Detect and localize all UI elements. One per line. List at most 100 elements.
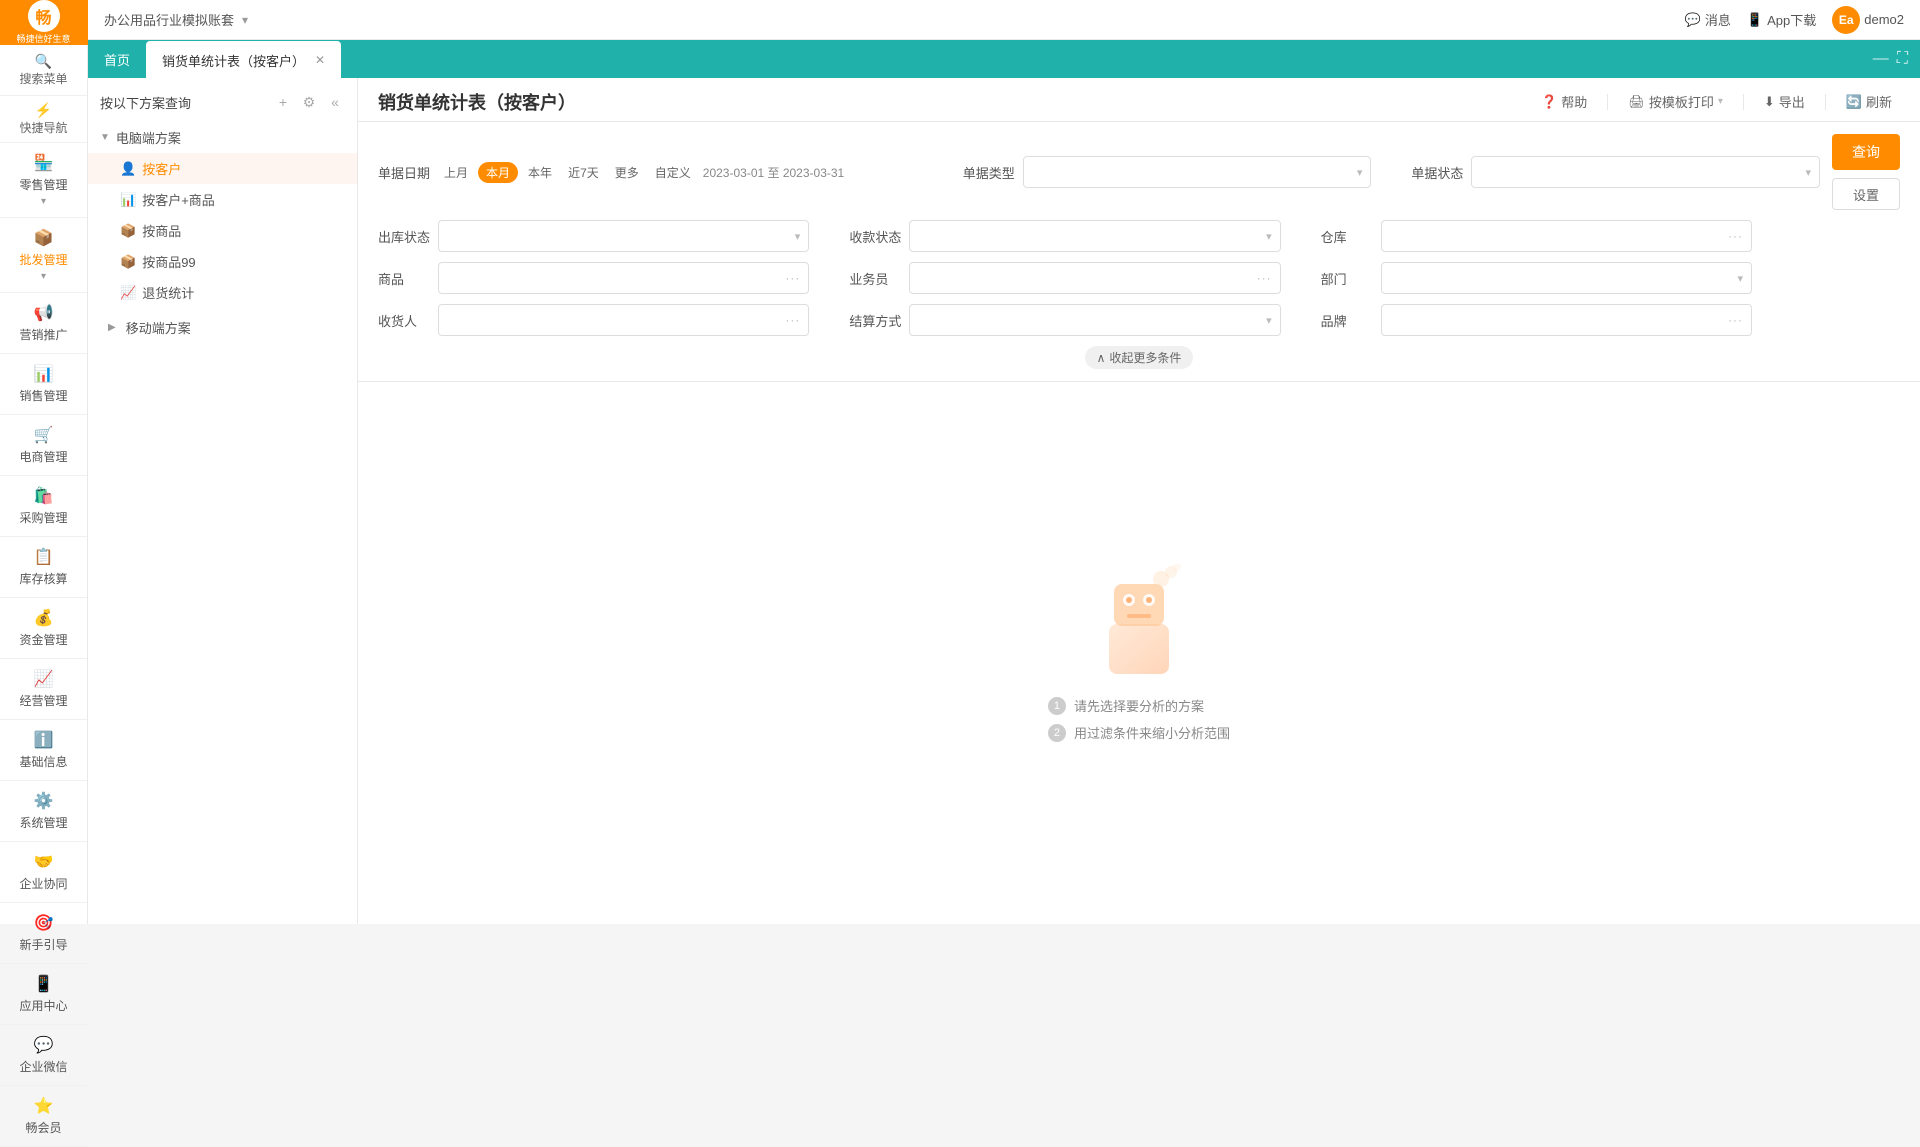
filter-warehouse: 仓库 ··· [1321,220,1752,252]
message-btn[interactable]: 💬 消息 [1685,10,1731,29]
sidebar-quick-nav[interactable]: ⚡ 快捷导航 [0,96,87,143]
sidebar-search[interactable]: 🔍 搜索菜单 [0,45,87,96]
receipt-status-select[interactable]: ▾ [909,220,1280,252]
tree-item-return-stats[interactable]: 📈 退货统计 [88,277,357,308]
user-menu[interactable]: Ea demo2 [1832,6,1904,34]
tab-home[interactable]: 首页 [88,40,146,78]
add-scheme-btn[interactable]: + [273,92,293,112]
tree-group-desktop-label: 电脑端方案 [116,128,181,147]
finance-icon: 💰 [34,608,54,628]
tree-item-by-customer-product-label: 按客户+商品 [142,190,215,209]
date-tab-last7[interactable]: 近7天 [562,162,605,183]
content-area: 按以下方案查询 + ⚙ « ▼ 电脑端方案 👤 按客户 [88,78,1920,924]
receiver-select[interactable]: ··· [438,304,809,336]
out-status-select[interactable]: ▾ [438,220,809,252]
divider-1 [1607,94,1608,110]
salesperson-select[interactable]: ··· [909,262,1280,294]
user-avatar: Ea [1832,6,1860,34]
print-dropdown-icon[interactable]: ▾ [1718,96,1723,107]
refresh-btn[interactable]: 🔄 刷新 [1838,88,1900,115]
sidebar-item-member[interactable]: ⭐ 畅会员 [0,1086,87,1147]
scheme-collapse-btn[interactable]: « [325,92,345,112]
empty-robot-svg [1079,564,1199,684]
logo-text: 畅捷信好生意 [16,34,70,45]
sidebar-item-wechat[interactable]: 💬 企业微信 [0,1025,87,1086]
collapse-row: ∧ 收起更多条件 [378,346,1900,369]
warehouse-select[interactable]: ··· [1381,220,1752,252]
left-panel-actions: + ⚙ « [273,92,345,112]
filter-date: 单据日期 上月 本月 本年 近7天 更多 自定义 2023-03-01 至 20… [378,162,923,183]
tree-item-by-product[interactable]: 📦 按商品 [88,215,357,246]
sidebar-item-sales[interactable]: 📊 销售管理 [0,354,87,415]
sidebar-item-apps[interactable]: 📱 应用中心 [0,964,87,1025]
sidebar-item-wholesale[interactable]: 📦 批发管理 ▾ [0,218,87,293]
divider-3 [1825,94,1826,110]
settings-button[interactable]: 设置 [1832,178,1900,210]
sidebar-item-retail[interactable]: 🏪 零售管理 ▾ [0,143,87,218]
message-icon: 💬 [1685,12,1701,28]
doc-status-select[interactable]: ▾ [1471,156,1820,188]
tip-num-1: 1 [1048,697,1066,715]
product-label: 商品 [378,269,430,288]
app-download-btn[interactable]: 📱 App下载 [1747,10,1816,29]
payment-method-arrow-icon: ▾ [1266,314,1272,327]
tree-arrow-mobile-icon: ▶ [108,322,116,333]
doc-type-select[interactable]: ▾ [1023,156,1372,188]
app-download-label: App下载 [1767,10,1816,29]
brand-select[interactable]: ··· [1381,304,1752,336]
account-dropdown[interactable]: ▾ [242,13,248,27]
date-tab-more[interactable]: 更多 [609,162,645,183]
tree-group-desktop: ▼ 电脑端方案 👤 按客户 📊 按客户+商品 📦 按商品 [88,122,357,308]
refresh-icon: 🔄 [1846,94,1862,110]
tree-section: ▼ 电脑端方案 👤 按客户 📊 按客户+商品 📦 按商品 [88,122,357,343]
sidebar-item-guide[interactable]: 🎯 新手引导 [0,903,87,964]
printer-icon: 🖨 [1628,94,1645,110]
department-select[interactable]: ▾ [1381,262,1752,294]
left-panel-title: 按以下方案查询 [100,93,191,112]
tree-item-by-product-99[interactable]: 📦 按商品99 [88,246,357,277]
filter-doc-type: 单据类型 ▾ [963,156,1372,188]
sidebar-logo: 畅 畅捷信好生意 [0,0,88,45]
tree-item-by-customer-product[interactable]: 📊 按客户+商品 [88,184,357,215]
collapse-btn[interactable]: ∧ 收起更多条件 [1085,346,1194,369]
query-button[interactable]: 查询 [1832,134,1900,170]
tab-close-icon[interactable]: ✕ [315,53,325,67]
help-btn[interactable]: ❓ 帮助 [1533,88,1595,115]
date-range-display: 2023-03-01 至 2023-03-31 [703,164,844,181]
sidebar-item-operation[interactable]: 📈 经营管理 [0,659,87,720]
tab-maximize-btn[interactable]: ⛶ [1897,50,1908,68]
payment-method-select[interactable]: ▾ [909,304,1280,336]
print-btn[interactable]: 🖨 按模板打印 ▾ [1620,88,1731,115]
product-select[interactable]: ··· [438,262,809,294]
doc-type-arrow-icon: ▾ [1357,166,1363,179]
sidebar-item-system[interactable]: ⚙️ 系统管理 [0,781,87,842]
scheme-settings-btn[interactable]: ⚙ [299,92,319,112]
date-tab-prev-month[interactable]: 上月 [438,162,474,183]
salesperson-more-icon: ··· [1257,271,1272,285]
date-tab-custom[interactable]: 自定义 [649,162,697,183]
date-tab-current-month[interactable]: 本月 [478,162,518,183]
sidebar-item-basic[interactable]: ℹ️ 基础信息 [0,720,87,781]
sidebar-item-enterprise[interactable]: 🤝 企业协同 [0,842,87,903]
sidebar-item-inventory[interactable]: 📋 库存核算 [0,537,87,598]
warehouse-more-icon: ··· [1728,229,1743,243]
tree-group-desktop-header[interactable]: ▼ 电脑端方案 [88,122,357,153]
sidebar-item-marketing[interactable]: 📢 营销推广 [0,293,87,354]
sidebar-item-finance[interactable]: 💰 资金管理 [0,598,87,659]
sidebar-item-ecommerce[interactable]: 🛒 电商管理 [0,415,87,476]
sidebar-item-purchase[interactable]: 🛍️ 采购管理 [0,476,87,537]
tree-item-by-customer[interactable]: 👤 按客户 [88,153,357,184]
tab-sales-stats[interactable]: 销货单统计表（按客户） ✕ [146,41,341,79]
export-label: 导出 [1779,92,1805,111]
doc-status-arrow-icon: ▾ [1805,166,1811,179]
export-btn[interactable]: ⬇ 导出 [1756,88,1813,115]
empty-tip-1: 1 请先选择要分析的方案 [1048,696,1230,715]
sidebar: 畅 畅捷信好生意 🔍 搜索菜单 ⚡ 快捷导航 🏪 零售管理 ▾ 📦 批发管理 ▾… [0,0,88,924]
tab-minimize-btn[interactable]: — [1873,50,1889,68]
receipt-status-arrow-icon: ▾ [1266,230,1272,243]
out-status-label: 出库状态 [378,227,430,246]
doc-status-label: 单据状态 [1411,163,1463,182]
wholesale-icon: 📦 [34,228,54,248]
date-tab-current-year[interactable]: 本年 [522,162,558,183]
tree-group-mobile-header[interactable]: ▶ 移动端方案 [88,312,357,343]
